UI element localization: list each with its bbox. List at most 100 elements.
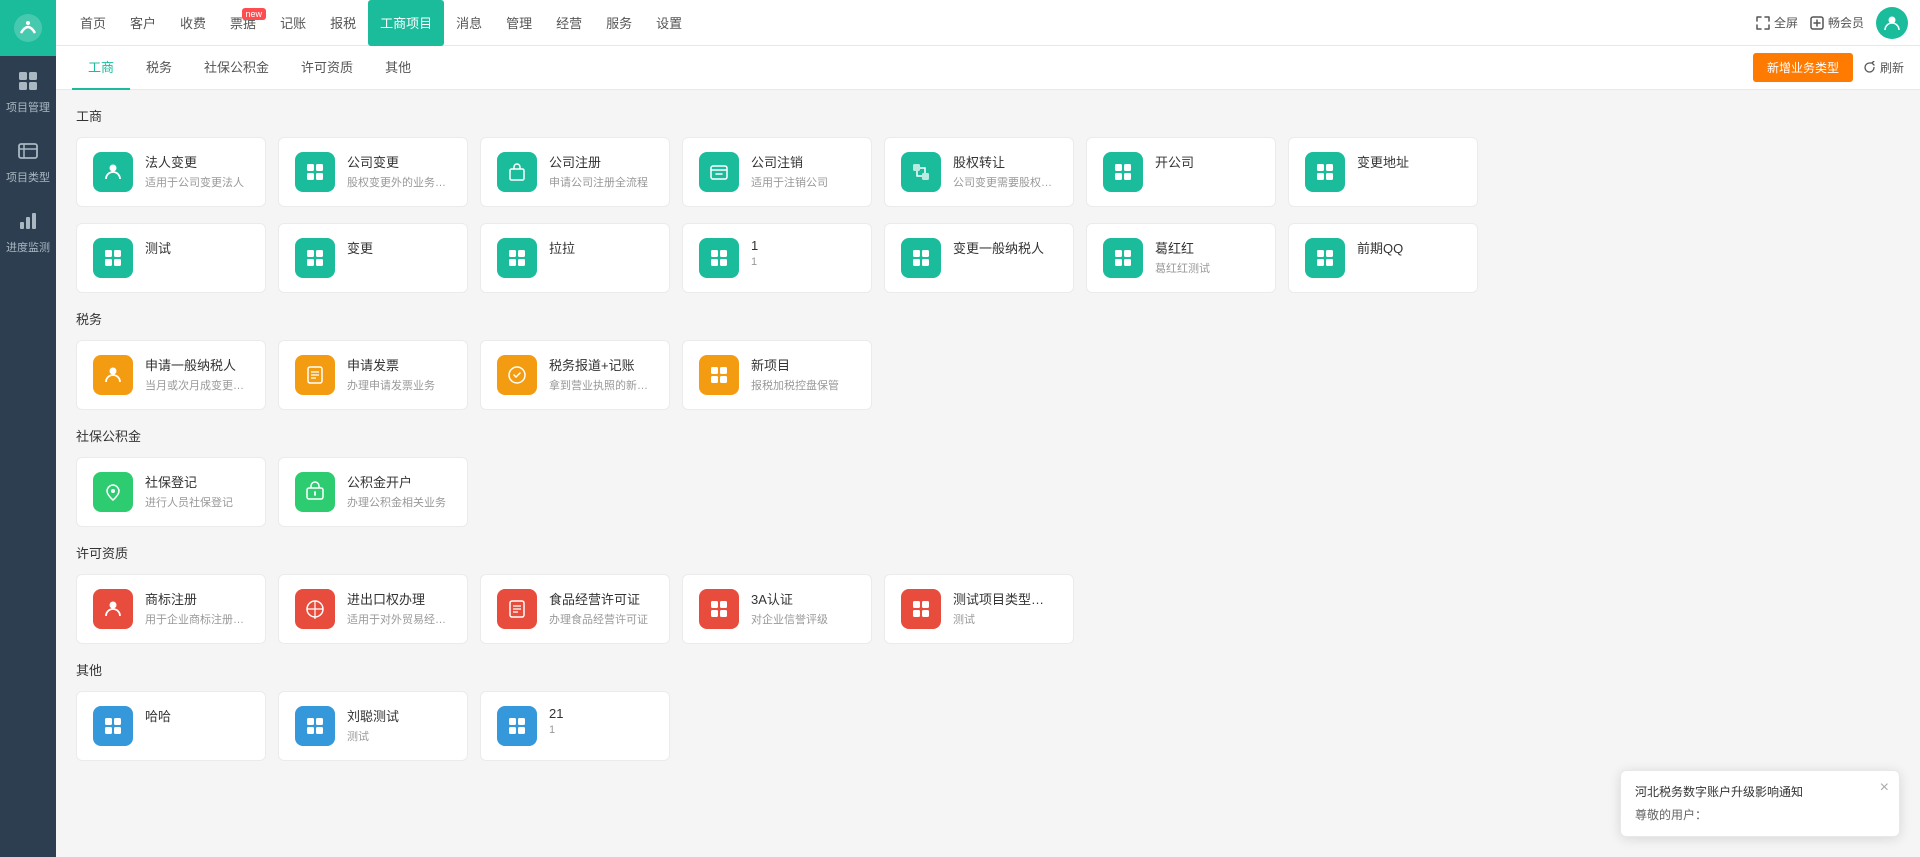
subtab-shuwu[interactable]: 税务 [130, 46, 188, 90]
card-title-sb1: 社保登记 [145, 472, 249, 491]
card-title-xk1: 商标注册 [145, 589, 249, 608]
subtab-toolbar: 新增业务类型 刷新 [1753, 53, 1904, 82]
card-sub-gs13: 葛红红测试 [1155, 260, 1259, 276]
section-title-other: 其他 [76, 660, 1900, 679]
new-type-button[interactable]: 新增业务类型 [1753, 53, 1853, 82]
card-sub-sw3: 拿到营业执照的新公司 [549, 377, 653, 393]
nav-settings[interactable]: 设置 [644, 0, 694, 46]
card-sw4[interactable]: 新项目 报税加税控盘保管 [682, 340, 872, 410]
card-title-xk2: 进出口权办理 [347, 589, 451, 608]
section-title-shuwu: 税务 [76, 309, 1900, 328]
member-icon [1810, 16, 1824, 30]
card-sb1[interactable]: 社保登记 进行人员社保登记 [76, 457, 266, 527]
card-gs5[interactable]: 股权转让 公司变更需要股权转让 [884, 137, 1074, 207]
card-gs3[interactable]: 公司注册 申请公司注册全流程 [480, 137, 670, 207]
card-gs8[interactable]: 测试 [76, 223, 266, 293]
subtab-shebao[interactable]: 社保公积金 [188, 46, 285, 90]
card-icon-gs11 [699, 238, 739, 278]
refresh-icon [1863, 61, 1876, 74]
card-title-ot3: 21 [549, 706, 653, 721]
notification-close-button[interactable]: × [1880, 779, 1889, 797]
card-icon-xk3 [497, 589, 537, 629]
card-icon-sw1 [93, 355, 133, 395]
sidebar-item-progress-monitor[interactable]: 进度监测 [0, 196, 56, 266]
card-gs12[interactable]: 变更一般纳税人 [884, 223, 1074, 293]
cards-grid-gongshang: 法人变更 适用于公司变更法人 公司变更 股权变更外的业务变更 [76, 137, 1900, 207]
nav-tickets[interactable]: 票据 new [218, 0, 268, 46]
card-sub-ot2: 测试 [347, 728, 451, 744]
card-icon-sw4 [699, 355, 739, 395]
card-gs9[interactable]: 变更 [278, 223, 468, 293]
card-sb2[interactable]: 公积金开户 办理公积金相关业务 [278, 457, 468, 527]
sidebar-item-project-mgmt[interactable]: 项目管理 [0, 56, 56, 126]
card-gs6[interactable]: 开公司 [1086, 137, 1276, 207]
card-sub-sw1: 当月或次月成变更完成 [145, 377, 249, 393]
card-title-xk5: 测试项目类型自定义 [953, 589, 1057, 608]
card-icon-ot3 [497, 706, 537, 746]
card-icon-xk1 [93, 589, 133, 629]
card-gs14[interactable]: 前期QQ [1288, 223, 1478, 293]
card-icon-gs8 [93, 238, 133, 278]
card-icon-sw3 [497, 355, 537, 395]
nav-accounting[interactable]: 记账 [268, 0, 318, 46]
nav-bizproject[interactable]: 工商项目 [368, 0, 444, 46]
cards-grid-other: 哈哈 刘聪测试 测试 [76, 691, 1900, 761]
card-sub-sb2: 办理公积金相关业务 [347, 494, 451, 510]
subtab-other[interactable]: 其他 [369, 46, 427, 90]
card-sw1[interactable]: 申请一般纳税人 当月或次月成变更完成 [76, 340, 266, 410]
section-title-shebao: 社保公积金 [76, 426, 1900, 445]
card-xk4[interactable]: 3A认证 对企业信誉评级 [682, 574, 872, 644]
card-xk1[interactable]: 商标注册 用于企业商标注册服务 [76, 574, 266, 644]
nav-messages[interactable]: 消息 [444, 0, 494, 46]
subtab-xuke[interactable]: 许可资质 [285, 46, 369, 90]
card-gs2[interactable]: 公司变更 股权变更外的业务变更 [278, 137, 468, 207]
sidebar-item-project-type[interactable]: 项目类型 [0, 126, 56, 196]
card-xk2[interactable]: 进出口权办理 适用于对外贸易经营者 [278, 574, 468, 644]
card-sub-sw4: 报税加税控盘保管 [751, 377, 855, 393]
card-title-gs4: 公司注销 [751, 152, 855, 171]
card-gs1[interactable]: 法人变更 适用于公司变更法人 [76, 137, 266, 207]
card-icon-gs2 [295, 152, 335, 192]
sidebar-label-progress-monitor: 进度监测 [6, 239, 50, 255]
card-icon-gs12 [901, 238, 941, 278]
card-title-ot2: 刘聪测试 [347, 706, 451, 725]
cards-grid-gongshang2: 测试 变更 [76, 223, 1900, 293]
nav-services[interactable]: 服务 [594, 0, 644, 46]
card-sub-gs5: 公司变更需要股权转让 [953, 174, 1057, 190]
refresh-button[interactable]: 刷新 [1863, 59, 1904, 76]
card-xk3[interactable]: 食品经营许可证 办理食品经营许可证 [480, 574, 670, 644]
card-gs4[interactable]: 公司注销 适用于注销公司 [682, 137, 872, 207]
card-gs7[interactable]: 变更地址 [1288, 137, 1478, 207]
nav-operations[interactable]: 经营 [544, 0, 594, 46]
app-logo[interactable] [0, 0, 56, 56]
nav-management[interactable]: 管理 [494, 0, 544, 46]
content-area: 工商 税务 社保公积金 许可资质 其他 新增业务类型 刷新 工商 [56, 46, 1920, 857]
card-sub-gs1: 适用于公司变更法人 [145, 174, 249, 190]
top-navigation: 首页 客户 收费 票据 new 记账 报税 工商项目 消息 管理 经营 服务 设… [56, 0, 1920, 46]
card-title-gs2: 公司变更 [347, 152, 451, 171]
card-sw3[interactable]: 税务报道+记账 拿到营业执照的新公司 [480, 340, 670, 410]
card-ot1[interactable]: 哈哈 [76, 691, 266, 761]
card-gs13[interactable]: 葛红红 葛红红测试 [1086, 223, 1276, 293]
chart-icon [14, 207, 42, 235]
card-title-gs7: 变更地址 [1357, 152, 1461, 171]
card-sw2[interactable]: 申请发票 办理申请发票业务 [278, 340, 468, 410]
nav-client[interactable]: 客户 [118, 0, 168, 46]
nav-home[interactable]: 首页 [68, 0, 118, 46]
nav-billing[interactable]: 收费 [168, 0, 218, 46]
card-icon-gs13 [1103, 238, 1143, 278]
card-gs10[interactable]: 拉拉 [480, 223, 670, 293]
sidebar-label-project-mgmt: 项目管理 [6, 99, 50, 115]
member-button[interactable]: 畅会员 [1810, 14, 1864, 31]
card-xk5[interactable]: 测试项目类型自定义 测试 [884, 574, 1074, 644]
subtab-gongshang[interactable]: 工商 [72, 46, 130, 90]
card-ot3[interactable]: 21 1 [480, 691, 670, 761]
card-text-gs1: 法人变更 适用于公司变更法人 [145, 152, 249, 190]
card-gs11[interactable]: 1 1 [682, 223, 872, 293]
section-title-xuke: 许可资质 [76, 543, 1900, 562]
user-avatar[interactable] [1876, 7, 1908, 39]
fullscreen-button[interactable]: 全屏 [1756, 14, 1798, 31]
card-ot2[interactable]: 刘聪测试 测试 [278, 691, 468, 761]
nav-tax[interactable]: 报税 [318, 0, 368, 46]
card-title-gs10: 拉拉 [549, 238, 653, 257]
